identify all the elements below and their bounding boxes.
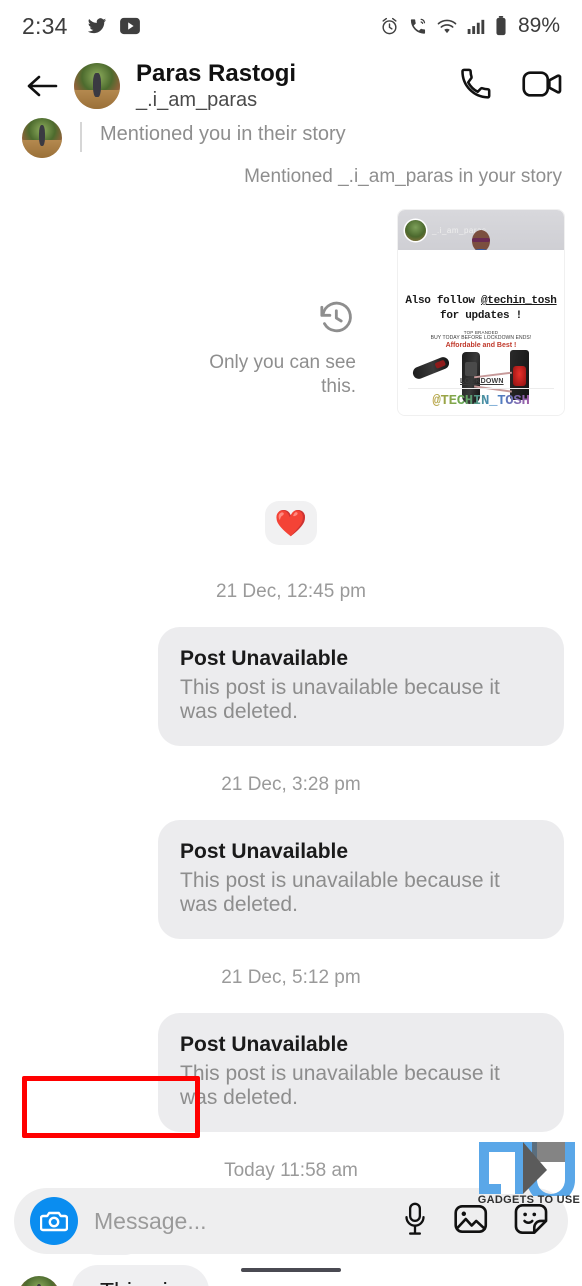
search-input[interactable]	[94, 1207, 402, 1235]
story-card[interactable]: _.i_am_paras Also follow @techin_tosh fo…	[398, 210, 564, 415]
story-handle: @TECHIN_TOSH	[398, 393, 564, 409]
watermark: GADGETS TO USE	[477, 1140, 580, 1222]
alarm-icon	[382, 17, 397, 34]
heart-reaction-bubble[interactable]: ❤️	[265, 501, 317, 545]
watermark-text: GADGETS TO USE	[477, 1194, 581, 1206]
story-reply-label: Mentioned _.i_am_paras in your story	[244, 166, 562, 187]
profile-avatar[interactable]	[74, 63, 120, 109]
story-mention-label: Mentioned you in their story	[100, 123, 346, 145]
post-unavailable-desc: This post is unavailable because it was …	[180, 869, 500, 916]
story-headline-handle: @techin_tosh	[481, 295, 557, 307]
only-you-can-see-label: Only you can see this.	[209, 351, 356, 397]
status-bar-notification-icons	[86, 16, 141, 36]
header-actions	[458, 66, 562, 107]
trimmer-image-left	[411, 355, 451, 381]
divider	[80, 122, 82, 152]
story-card-avatar	[405, 219, 426, 241]
status-bar: 2:34 89%	[0, 0, 582, 52]
video-call-button[interactable]	[522, 67, 562, 106]
chat-header: Paras Rastogi _.i_am_paras	[0, 52, 582, 120]
story-headline-prefix: Also follow	[405, 295, 481, 307]
mic-button[interactable]	[402, 1202, 428, 1241]
back-arrow-icon	[27, 75, 58, 97]
post-unavailable-title: Post Unavailable	[180, 840, 349, 863]
home-indicator[interactable]	[241, 1268, 341, 1272]
only-you-block: Only you can see this.	[206, 280, 356, 415]
post-unavailable-desc: This post is unavailable because it was …	[180, 1062, 500, 1109]
youtube-icon	[119, 17, 140, 35]
signal-icon	[467, 19, 485, 34]
post-unavailable-desc: This post is unavailable because it was …	[180, 676, 500, 723]
phone-screen: 2:34 89% Paras Rastogi _.i_am_paras Ment…	[0, 0, 582, 1286]
sender-avatar[interactable]	[18, 1276, 60, 1286]
back-button[interactable]	[20, 64, 64, 108]
microphone-icon	[405, 1202, 425, 1235]
story-reply-label-row: Mentioned _.i_am_paras in your story	[18, 166, 564, 188]
story-promo-text: TOP BRANDED BUY TODAY BEFORE LOCKDOWN EN…	[398, 330, 564, 349]
post-unavailable-bubble[interactable]: Post Unavailable This post is unavailabl…	[158, 820, 564, 939]
timestamp: 21 Dec, 3:28 pm	[221, 774, 361, 795]
wifi-icon	[437, 19, 457, 33]
post-unavailable-title: Post Unavailable	[180, 647, 349, 670]
timestamp: 21 Dec, 12:45 pm	[216, 581, 366, 602]
divider	[408, 388, 554, 389]
status-bar-system-icons: 89%	[380, 14, 560, 38]
wifi-calling-icon	[410, 18, 426, 34]
gu-logo	[479, 1142, 575, 1204]
timestamp: 21 Dec, 5:12 pm	[221, 967, 361, 988]
profile-username: _.i_am_paras	[136, 89, 258, 112]
battery-percent-label: 89%	[517, 14, 560, 37]
camera-icon	[40, 1211, 68, 1232]
twitter-icon	[87, 18, 106, 34]
message-bubble-this-oie[interactable]: This oie	[72, 1265, 209, 1286]
story-mention-avatar[interactable]	[22, 118, 62, 158]
story-card-body: Also follow @techin_tosh for updates ! T…	[398, 250, 564, 415]
product-label: LOCKDOWN	[460, 378, 504, 385]
battery-icon	[496, 16, 506, 36]
status-bar-time: 2:34	[22, 12, 68, 39]
message-list[interactable]: Mentioned _.i_am_paras in your story Onl…	[0, 160, 582, 1286]
story-message-row: Only you can see this. _.i_am_paras Also	[18, 210, 564, 415]
profile-name-block[interactable]: Paras Rastogi _.i_am_paras	[136, 60, 296, 113]
story-headline-suffix: for updates !	[440, 309, 522, 322]
promo-line-2: BUY TODAY BEFORE LOCKDOWN ENDS!	[430, 335, 532, 341]
phone-icon	[461, 68, 491, 99]
video-camera-icon	[522, 70, 562, 97]
page-title: Paras Rastogi	[136, 59, 297, 87]
post-unavailable-title: Post Unavailable	[180, 1033, 349, 1056]
audio-call-button[interactable]	[458, 66, 494, 107]
story-mention-banner[interactable]: Mentioned you in their story	[0, 118, 582, 158]
heart-emoji: ❤️	[274, 507, 308, 538]
reaction-row: ❤️	[18, 501, 564, 545]
post-unavailable-bubble[interactable]: Post Unavailable This post is unavailabl…	[158, 1013, 564, 1132]
camera-button[interactable]	[30, 1197, 78, 1245]
story-headline: Also follow @techin_tosh for updates !	[398, 294, 564, 324]
clock-rewind-icon	[320, 301, 352, 332]
post-unavailable-bubble[interactable]: Post Unavailable This post is unavailabl…	[158, 627, 564, 746]
